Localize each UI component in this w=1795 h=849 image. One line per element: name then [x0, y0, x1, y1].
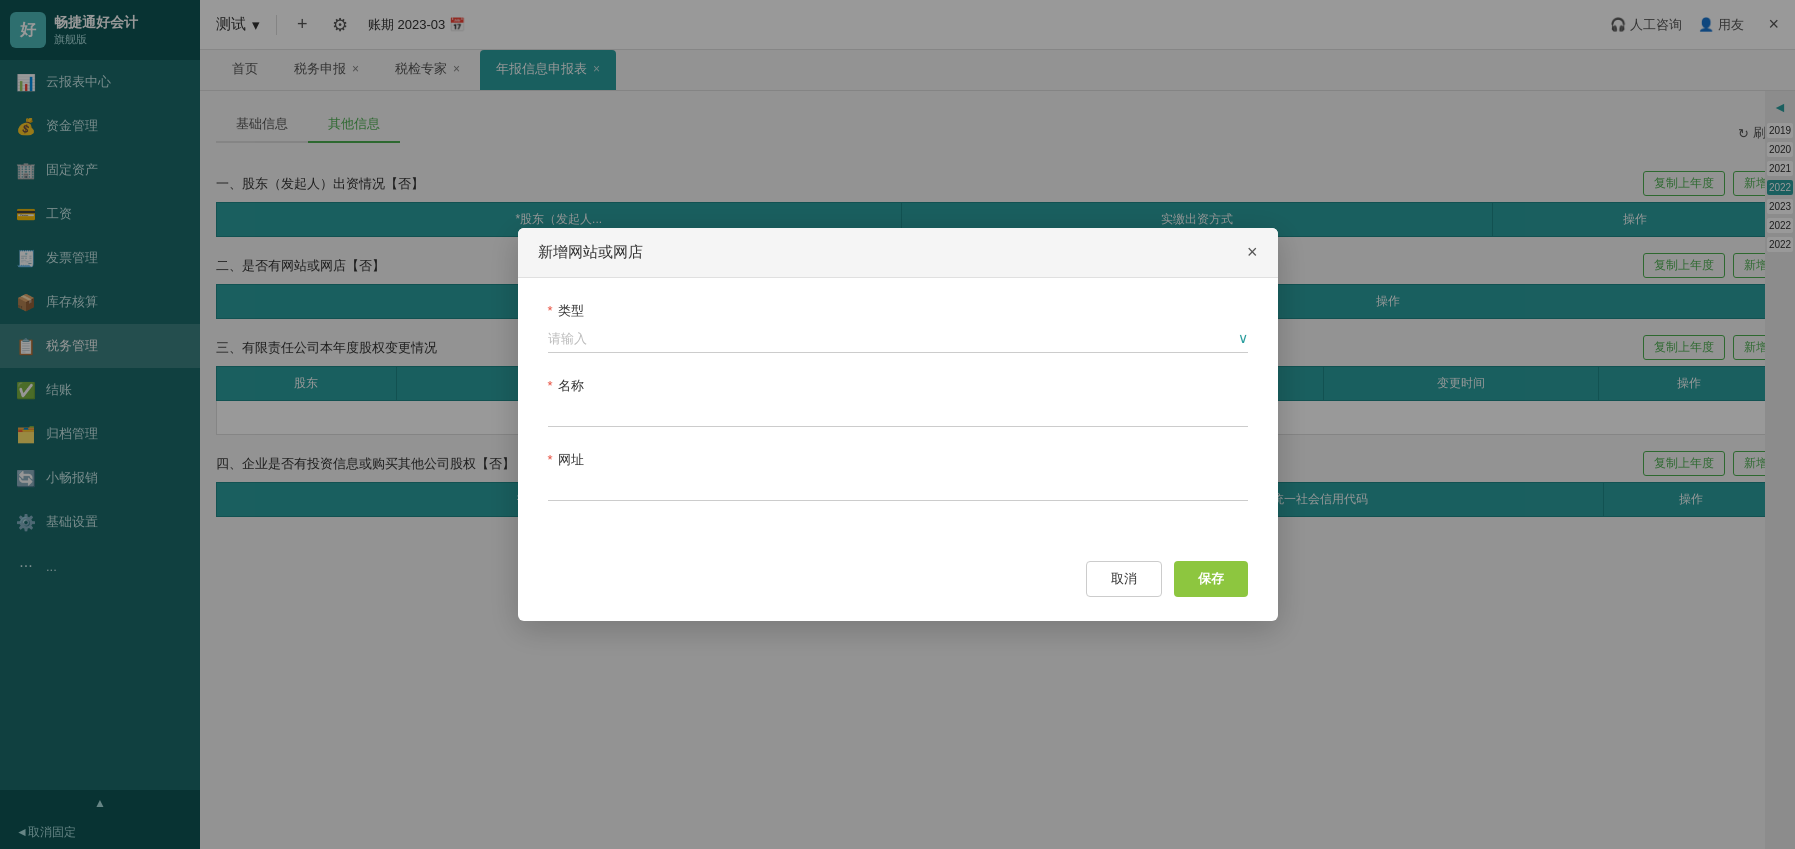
field-label-url: 网址 [558, 452, 584, 467]
modal-body: * 类型 ∨ * 名称 [518, 278, 1278, 549]
url-input[interactable] [548, 479, 1248, 494]
required-asterisk-name: * [548, 378, 553, 393]
name-input[interactable] [548, 405, 1248, 420]
modal-header: 新增网站或网店 × [518, 228, 1278, 278]
form-row-type: * 类型 ∨ [548, 302, 1248, 353]
field-label-name: 名称 [558, 378, 584, 393]
form-row-url: * 网址 [548, 451, 1248, 501]
save-button[interactable]: 保存 [1174, 561, 1248, 597]
type-input[interactable] [548, 331, 1238, 346]
form-control-url [548, 473, 1248, 501]
modal-add-website: 新增网站或网店 × * 类型 ∨ * 名称 [518, 228, 1278, 621]
modal-overlay[interactable]: 新增网站或网店 × * 类型 ∨ * 名称 [0, 0, 1795, 849]
required-asterisk-url: * [548, 452, 553, 467]
modal-title: 新增网站或网店 [538, 243, 643, 262]
modal-close-button[interactable]: × [1247, 242, 1258, 263]
cancel-button[interactable]: 取消 [1086, 561, 1162, 597]
type-dropdown-icon[interactable]: ∨ [1238, 330, 1248, 346]
required-asterisk-type: * [548, 303, 553, 318]
form-control-name [548, 399, 1248, 427]
form-row-name: * 名称 [548, 377, 1248, 427]
modal-footer: 取消 保存 [518, 549, 1278, 621]
form-control-type: ∨ [548, 324, 1248, 353]
field-label-type: 类型 [558, 303, 584, 318]
